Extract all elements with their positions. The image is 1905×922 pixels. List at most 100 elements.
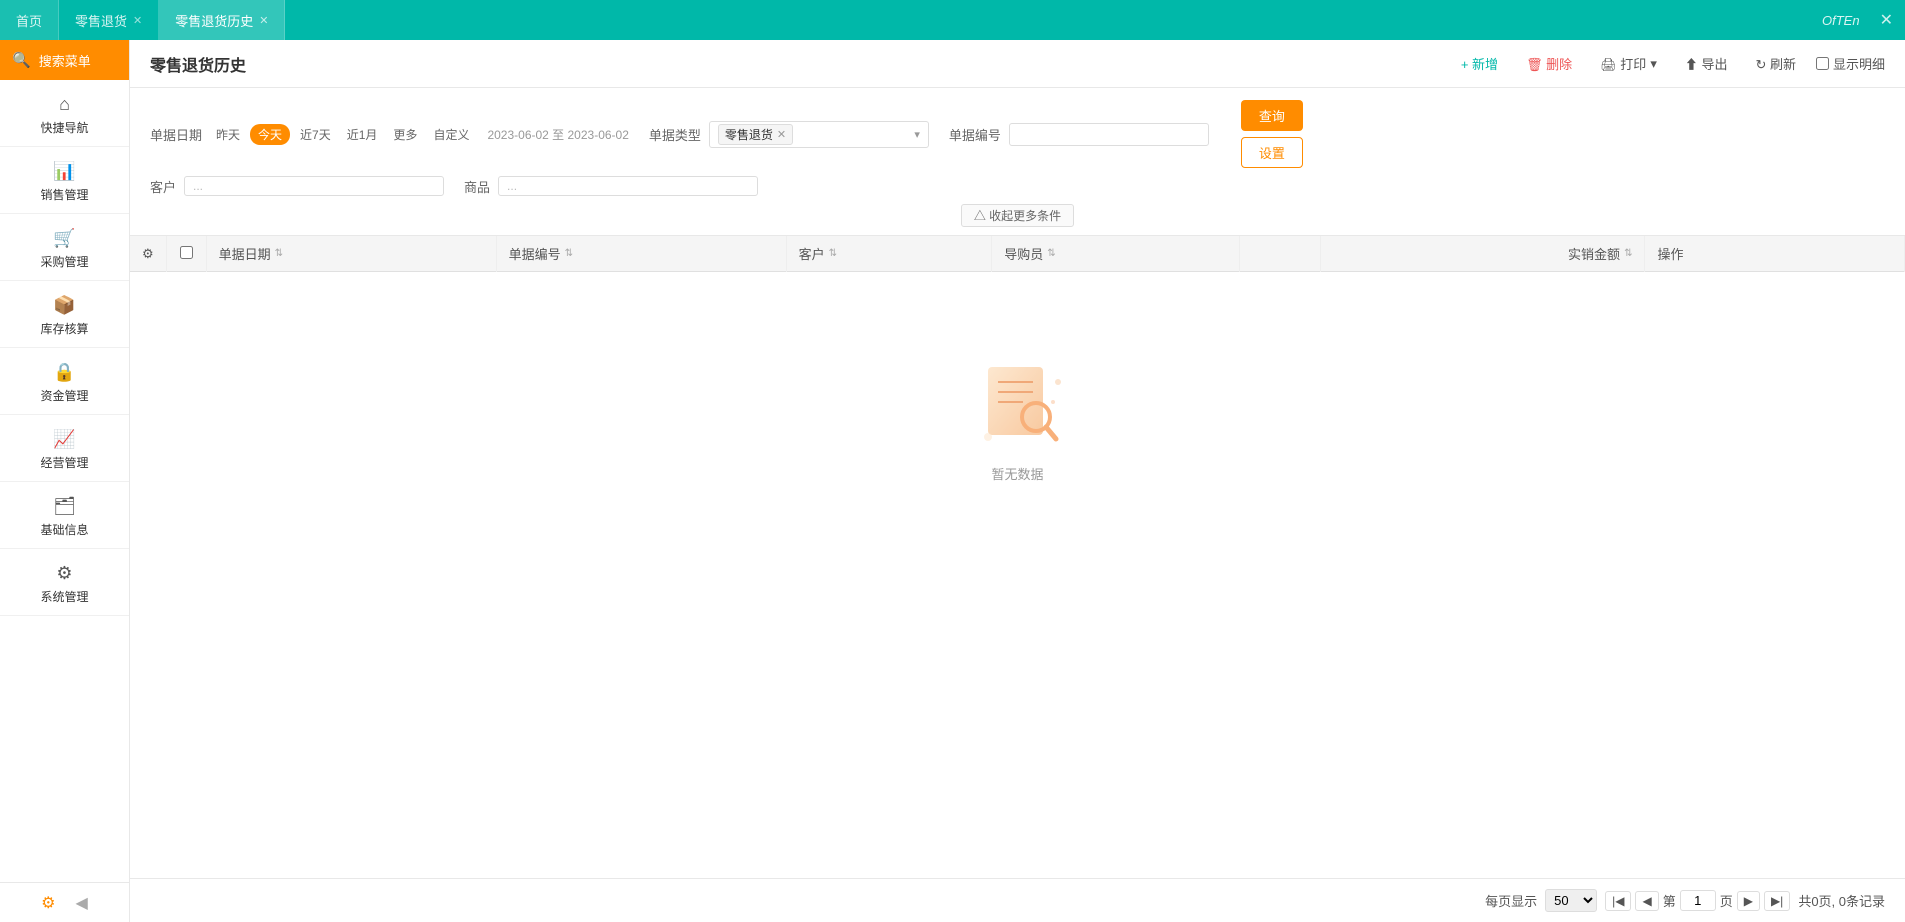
sidebar-collapse-icon[interactable]: ◀: [76, 893, 88, 913]
sidebar-item-operation[interactable]: 📈 经营管理: [0, 415, 129, 482]
sidebar-item-finance[interactable]: 🔒 资金管理: [0, 348, 129, 415]
filter-bill-no-input[interactable]: [1009, 123, 1209, 146]
table-area: ⚙ 单据日期 ⇅ 单据编号: [130, 236, 1905, 878]
purchase-icon: 🛒: [53, 228, 75, 249]
bill-type-tag: 零售退货 ✕: [718, 124, 793, 145]
col-bill-no[interactable]: 单据编号 ⇅: [496, 236, 786, 272]
col-guide[interactable]: 导购员 ⇅: [992, 236, 1240, 272]
often-label: OfTEn: [1814, 0, 1868, 40]
new-button[interactable]: + 新增: [1453, 50, 1506, 77]
empty-text: 暂无数据: [991, 464, 1043, 483]
date-btn-today[interactable]: 今天: [250, 124, 290, 145]
sidebar: 🔍 搜索菜单 ⌂ 快捷导航 📊 销售管理 🛒 采购管理 📦 库存核算 🔒: [0, 40, 130, 922]
select-all-checkbox[interactable]: [180, 246, 193, 259]
sidebar-item-label-finance: 资金管理: [40, 387, 88, 404]
goods-placeholder: ...: [507, 179, 517, 193]
sidebar-item-label-purchase: 采购管理: [40, 253, 88, 270]
col-bill-date-sort[interactable]: ⇅: [275, 248, 283, 259]
bill-type-tag-close[interactable]: ✕: [777, 128, 786, 141]
refresh-btn-label: ↻ 刷新: [1755, 54, 1796, 73]
col-actual-amount[interactable]: 实销金额 ⇅: [1321, 236, 1645, 272]
print-button[interactable]: 🖨 打印 ▾: [1592, 50, 1665, 77]
prev-page-btn[interactable]: ◀: [1635, 891, 1658, 911]
filter-row-1: 单据日期 昨天 今天 近7天 近1月 更多 自定义 2023-06-02 至 2…: [150, 100, 1885, 168]
total-info: 共0页, 0条记录: [1798, 891, 1885, 910]
filter-goods-group: 商品 ...: [464, 176, 758, 196]
toolbar: + 新增 🗑 删除 🖨 打印 ▾ ⬆ 导出 ↻ 刷新 显示明细: [1453, 50, 1885, 77]
pagination-bar: 每页显示 20 50 100 |◀ ◀ 第 页 ▶ ▶| 共0页, 0条记录: [130, 878, 1905, 922]
filter-customer-group: 客户 ...: [150, 176, 444, 196]
tab-home[interactable]: 首页: [0, 0, 59, 40]
filter-area: 单据日期 昨天 今天 近7天 近1月 更多 自定义 2023-06-02 至 2…: [130, 88, 1905, 236]
collapse-row: △ 收起更多条件: [150, 204, 1885, 227]
date-btn-1month[interactable]: 近1月: [341, 124, 384, 145]
filter-date-group: 单据日期 昨天 今天 近7天 近1月 更多 自定义 2023-06-02 至 2…: [150, 124, 629, 145]
tab-retail-return[interactable]: 零售退货 ✕: [59, 0, 159, 40]
col-operation: 操作: [1645, 236, 1905, 272]
inventory-icon: 📦: [53, 295, 75, 316]
col-actual-amount-sort[interactable]: ⇅: [1624, 248, 1632, 259]
tab-retail-return-history[interactable]: 零售退货历史 ✕: [159, 0, 285, 40]
col-customer[interactable]: 客户 ⇅: [786, 236, 992, 272]
next-page-btn[interactable]: ▶: [1737, 891, 1760, 911]
page-number-input[interactable]: [1680, 890, 1716, 911]
retail-return-tab-close[interactable]: ✕: [133, 14, 142, 27]
retail-return-history-tab-close[interactable]: ✕: [259, 14, 268, 27]
customer-placeholder: ...: [193, 179, 203, 193]
topbar-spacer: [285, 0, 1814, 40]
last-page-btn[interactable]: ▶|: [1764, 891, 1790, 911]
col-bill-no-label: 单据编号: [509, 244, 561, 263]
filter-bill-type-input[interactable]: 零售退货 ✕ ▾: [709, 121, 929, 148]
sidebar-item-sales[interactable]: 📊 销售管理: [0, 147, 129, 214]
date-btn-custom[interactable]: 自定义: [427, 124, 475, 145]
date-btn-7days[interactable]: 近7天: [294, 124, 337, 145]
sidebar-item-quick-nav[interactable]: ⌂ 快捷导航: [0, 80, 129, 147]
data-table: ⚙ 单据日期 ⇅ 单据编号: [130, 236, 1905, 272]
sidebar-item-label-quick-nav: 快捷导航: [40, 119, 88, 136]
sidebar-item-inventory[interactable]: 📦 库存核算: [0, 281, 129, 348]
page-label: 第: [1663, 891, 1676, 910]
sidebar-item-purchase[interactable]: 🛒 采购管理: [0, 214, 129, 281]
sidebar-item-system[interactable]: ⚙ 系统管理: [0, 549, 129, 616]
filter-customer-input[interactable]: ...: [184, 176, 444, 196]
col-bill-date[interactable]: 单据日期 ⇅: [206, 236, 496, 272]
show-detail-checkbox[interactable]: [1816, 57, 1829, 70]
window-close-btn[interactable]: ✕: [1880, 10, 1893, 30]
col-bill-no-sort[interactable]: ⇅: [565, 248, 573, 259]
col-settings-icon[interactable]: ⚙: [142, 246, 154, 261]
col-operation-label: 操作: [1657, 247, 1683, 262]
page-size-select[interactable]: 20 50 100: [1545, 889, 1597, 912]
collapse-filter-button[interactable]: △ 收起更多条件: [961, 204, 1074, 227]
sidebar-search-bar[interactable]: 🔍 搜索菜单: [0, 40, 129, 80]
refresh-button[interactable]: ↻ 刷新: [1747, 50, 1804, 77]
col-guide-sort[interactable]: ⇅: [1047, 248, 1055, 259]
filter-settings-button[interactable]: 设置: [1241, 137, 1303, 168]
col-settings[interactable]: ⚙: [130, 236, 166, 272]
first-page-btn[interactable]: |◀: [1605, 891, 1631, 911]
page-title: 零售退货历史: [150, 52, 1453, 76]
delete-button[interactable]: 🗑 删除: [1518, 50, 1580, 77]
date-btn-more[interactable]: 更多: [387, 124, 423, 145]
sales-icon: 📊: [53, 161, 75, 182]
filter-customer-label: 客户: [150, 177, 176, 196]
filter-goods-input[interactable]: ...: [498, 176, 758, 196]
col-customer-sort[interactable]: ⇅: [829, 248, 837, 259]
sidebar-nav: ⌂ 快捷导航 📊 销售管理 🛒 采购管理 📦 库存核算 🔒 资金管理 📈: [0, 80, 129, 882]
home-tab-label: 首页: [16, 11, 42, 30]
basic-info-icon: 🗂: [53, 496, 76, 517]
settings-gear-icon[interactable]: ⚙: [41, 893, 55, 913]
show-detail-toggle: 显示明细: [1816, 54, 1885, 73]
date-btn-yesterday[interactable]: 昨天: [210, 124, 246, 145]
operation-icon: 📈: [53, 429, 75, 450]
sidebar-item-basic-info[interactable]: 🗂 基础信息: [0, 482, 129, 549]
export-button[interactable]: ⬆ 导出: [1677, 50, 1736, 77]
top-bar: 首页 零售退货 ✕ 零售退货历史 ✕ OfTEn ✕: [0, 0, 1905, 40]
sidebar-item-label-operation: 经营管理: [40, 454, 88, 471]
system-icon: ⚙: [56, 563, 72, 584]
date-filter-buttons: 昨天 今天 近7天 近1月 更多 自定义: [210, 124, 475, 145]
page-unit: 页: [1720, 891, 1733, 910]
col-checkbox[interactable]: [166, 236, 206, 272]
bill-type-dropdown-icon: ▾: [914, 128, 920, 141]
query-button[interactable]: 查询: [1241, 100, 1303, 131]
filter-bill-no-group: 单据编号: [949, 123, 1209, 146]
